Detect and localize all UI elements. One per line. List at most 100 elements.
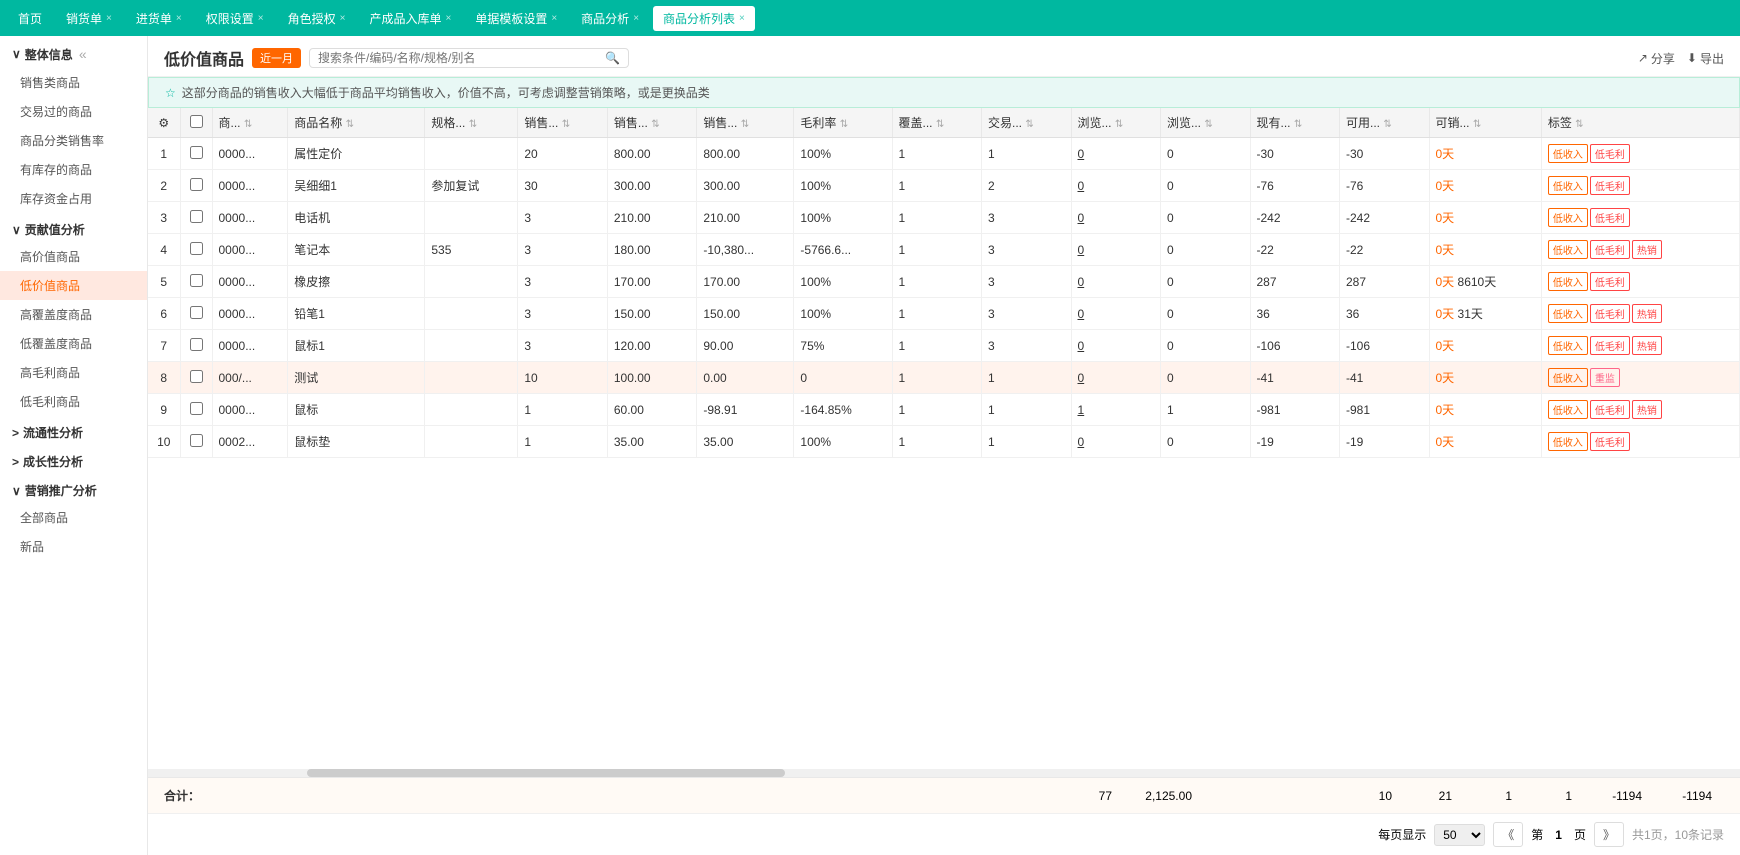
sidebar-item-traded-goods[interactable]: 交易过的商品 [0, 97, 147, 126]
table-row[interactable]: 8 000/... 测试 10 100.00 0.00 0 1 1 0 0 -4… [148, 362, 1740, 394]
horizontal-scrollbar[interactable] [148, 769, 1740, 777]
sidebar-group-marketing[interactable]: ∨ 营销推广分析 [0, 474, 147, 503]
close-icon[interactable]: × [633, 13, 639, 24]
col-margin[interactable]: 毛利率 ⇅ [794, 108, 892, 138]
table-row[interactable]: 7 0000... 鼠标1 3 120.00 90.00 75% 1 3 0 0… [148, 330, 1740, 362]
table-row[interactable]: 4 0000... 笔记本 535 3 180.00 -10,380... -5… [148, 234, 1740, 266]
last-page-button[interactable]: 》 [1594, 822, 1624, 847]
table-row[interactable]: 9 0000... 鼠标 1 60.00 -98.91 -164.85% 1 1… [148, 394, 1740, 426]
row-checkbox-cell[interactable] [180, 394, 212, 426]
sidebar-item-low-margin[interactable]: 低毛利商品 [0, 387, 147, 416]
row-checkbox[interactable] [190, 242, 203, 255]
nav-home[interactable]: 首页 [8, 6, 52, 31]
col-cover[interactable]: 覆盖... ⇅ [892, 108, 982, 138]
nav-roles[interactable]: 角色授权 × [278, 6, 356, 31]
scrollbar-thumb[interactable] [307, 769, 785, 777]
row-checkbox[interactable] [190, 370, 203, 383]
first-page-button[interactable]: 《 [1493, 822, 1523, 847]
close-icon[interactable]: × [340, 13, 346, 24]
row-checkbox-cell[interactable] [180, 426, 212, 458]
table-row[interactable]: 1 0000... 属性定价 20 800.00 800.00 100% 1 1… [148, 138, 1740, 170]
sidebar-group-circulation[interactable]: > 流通性分析 [0, 416, 147, 445]
browse-link[interactable]: 0 [1078, 147, 1085, 161]
close-icon[interactable]: × [258, 13, 264, 24]
col-sales1[interactable]: 销售... ⇅ [518, 108, 608, 138]
col-code[interactable]: 商... ⇅ [212, 108, 288, 138]
sidebar-item-high-margin[interactable]: 高毛利商品 [0, 358, 147, 387]
nav-product-analysis-list[interactable]: 商品分析列表 × [653, 6, 755, 31]
row-checkbox-cell[interactable] [180, 138, 212, 170]
sidebar-item-low-coverage[interactable]: 低覆盖度商品 [0, 329, 147, 358]
row-checkbox[interactable] [190, 178, 203, 191]
browse-link[interactable]: 0 [1078, 371, 1085, 385]
row-checkbox-cell[interactable] [180, 330, 212, 362]
close-icon[interactable]: × [176, 13, 182, 24]
row-checkbox[interactable] [190, 434, 203, 447]
collapse-button[interactable]: « [77, 44, 89, 64]
browse-link[interactable]: 0 [1078, 243, 1085, 257]
col-name[interactable]: 商品名称 ⇅ [288, 108, 425, 138]
row-checkbox-cell[interactable] [180, 202, 212, 234]
col-trade[interactable]: 交易... ⇅ [982, 108, 1072, 138]
nav-product-in[interactable]: 产成品入库单 × [359, 6, 461, 31]
row-checkbox-cell[interactable] [180, 170, 212, 202]
row-checkbox-cell[interactable] [180, 266, 212, 298]
row-checkbox[interactable] [190, 402, 203, 415]
row-checkbox[interactable] [190, 274, 203, 287]
nav-purchase[interactable]: 进货单 × [126, 6, 192, 31]
browse-link[interactable]: 0 [1078, 211, 1085, 225]
select-all-checkbox[interactable] [190, 115, 203, 128]
share-button[interactable]: ↗ 分享 [1638, 50, 1675, 67]
sidebar-group-growth[interactable]: > 成长性分析 [0, 445, 147, 474]
col-sales3[interactable]: 销售... ⇅ [697, 108, 794, 138]
row-checkbox[interactable] [190, 338, 203, 351]
time-badge[interactable]: 近一月 [252, 48, 301, 68]
col-current[interactable]: 现有... ⇅ [1250, 108, 1340, 138]
close-icon[interactable]: × [445, 13, 451, 24]
per-page-select[interactable]: 50 100 200 [1434, 824, 1485, 846]
col-browse1[interactable]: 浏览... ⇅ [1071, 108, 1161, 138]
nav-template-settings[interactable]: 单据模板设置 × [465, 6, 567, 31]
search-icon[interactable]: 🔍 [605, 51, 620, 65]
col-sales2[interactable]: 销售... ⇅ [607, 108, 697, 138]
table-row[interactable]: 5 0000... 橡皮擦 3 170.00 170.00 100% 1 3 0… [148, 266, 1740, 298]
col-settings[interactable]: ⚙ [148, 108, 180, 138]
browse-link[interactable]: 0 [1078, 435, 1085, 449]
row-checkbox-cell[interactable] [180, 234, 212, 266]
search-input[interactable] [318, 51, 601, 65]
sidebar-item-stock-funds[interactable]: 库存资金占用 [0, 184, 147, 213]
table-row[interactable]: 3 0000... 电话机 3 210.00 210.00 100% 1 3 0… [148, 202, 1740, 234]
sidebar-item-stock-goods[interactable]: 有库存的商品 [0, 155, 147, 184]
sidebar-group-overall[interactable]: ∨ 整体信息 « [0, 36, 147, 68]
nav-product-analysis[interactable]: 商品分析 × [571, 6, 649, 31]
close-icon[interactable]: × [739, 13, 745, 24]
sidebar-item-high-value[interactable]: 高价值商品 [0, 242, 147, 271]
row-checkbox-cell[interactable] [180, 298, 212, 330]
nav-permissions[interactable]: 权限设置 × [196, 6, 274, 31]
table-row[interactable]: 10 0002... 鼠标垫 1 35.00 35.00 100% 1 1 0 … [148, 426, 1740, 458]
col-tags[interactable]: 标签 ⇅ [1541, 108, 1739, 138]
row-checkbox[interactable] [190, 146, 203, 159]
browse-link[interactable]: 0 [1078, 179, 1085, 193]
row-checkbox[interactable] [190, 210, 203, 223]
sidebar-item-low-value[interactable]: 低价值商品 [0, 271, 147, 300]
close-icon[interactable]: × [106, 13, 112, 24]
col-saleable[interactable]: 可销... ⇅ [1429, 108, 1541, 138]
browse-link[interactable]: 0 [1078, 275, 1085, 289]
sidebar-item-all-goods[interactable]: 全部商品 [0, 503, 147, 532]
table-row[interactable]: 2 0000... 吴细细1 参加复试 30 300.00 300.00 100… [148, 170, 1740, 202]
nav-sales-order[interactable]: 销货单 × [56, 6, 122, 31]
row-checkbox-cell[interactable] [180, 362, 212, 394]
sidebar-group-contribution[interactable]: ∨ 贡献值分析 [0, 213, 147, 242]
table-row[interactable]: 6 0000... 铅笔1 3 150.00 150.00 100% 1 3 0… [148, 298, 1740, 330]
row-checkbox[interactable] [190, 306, 203, 319]
col-usable[interactable]: 可用... ⇅ [1340, 108, 1430, 138]
browse-link[interactable]: 1 [1078, 403, 1085, 417]
close-icon[interactable]: × [551, 13, 557, 24]
sidebar-item-sales-goods[interactable]: 销售类商品 [0, 68, 147, 97]
col-browse2[interactable]: 浏览... ⇅ [1161, 108, 1251, 138]
browse-link[interactable]: 0 [1078, 307, 1085, 321]
export-button[interactable]: ⬇ 导出 [1687, 50, 1724, 67]
sidebar-item-new-goods[interactable]: 新品 [0, 532, 147, 561]
sidebar-item-high-coverage[interactable]: 高覆盖度商品 [0, 300, 147, 329]
